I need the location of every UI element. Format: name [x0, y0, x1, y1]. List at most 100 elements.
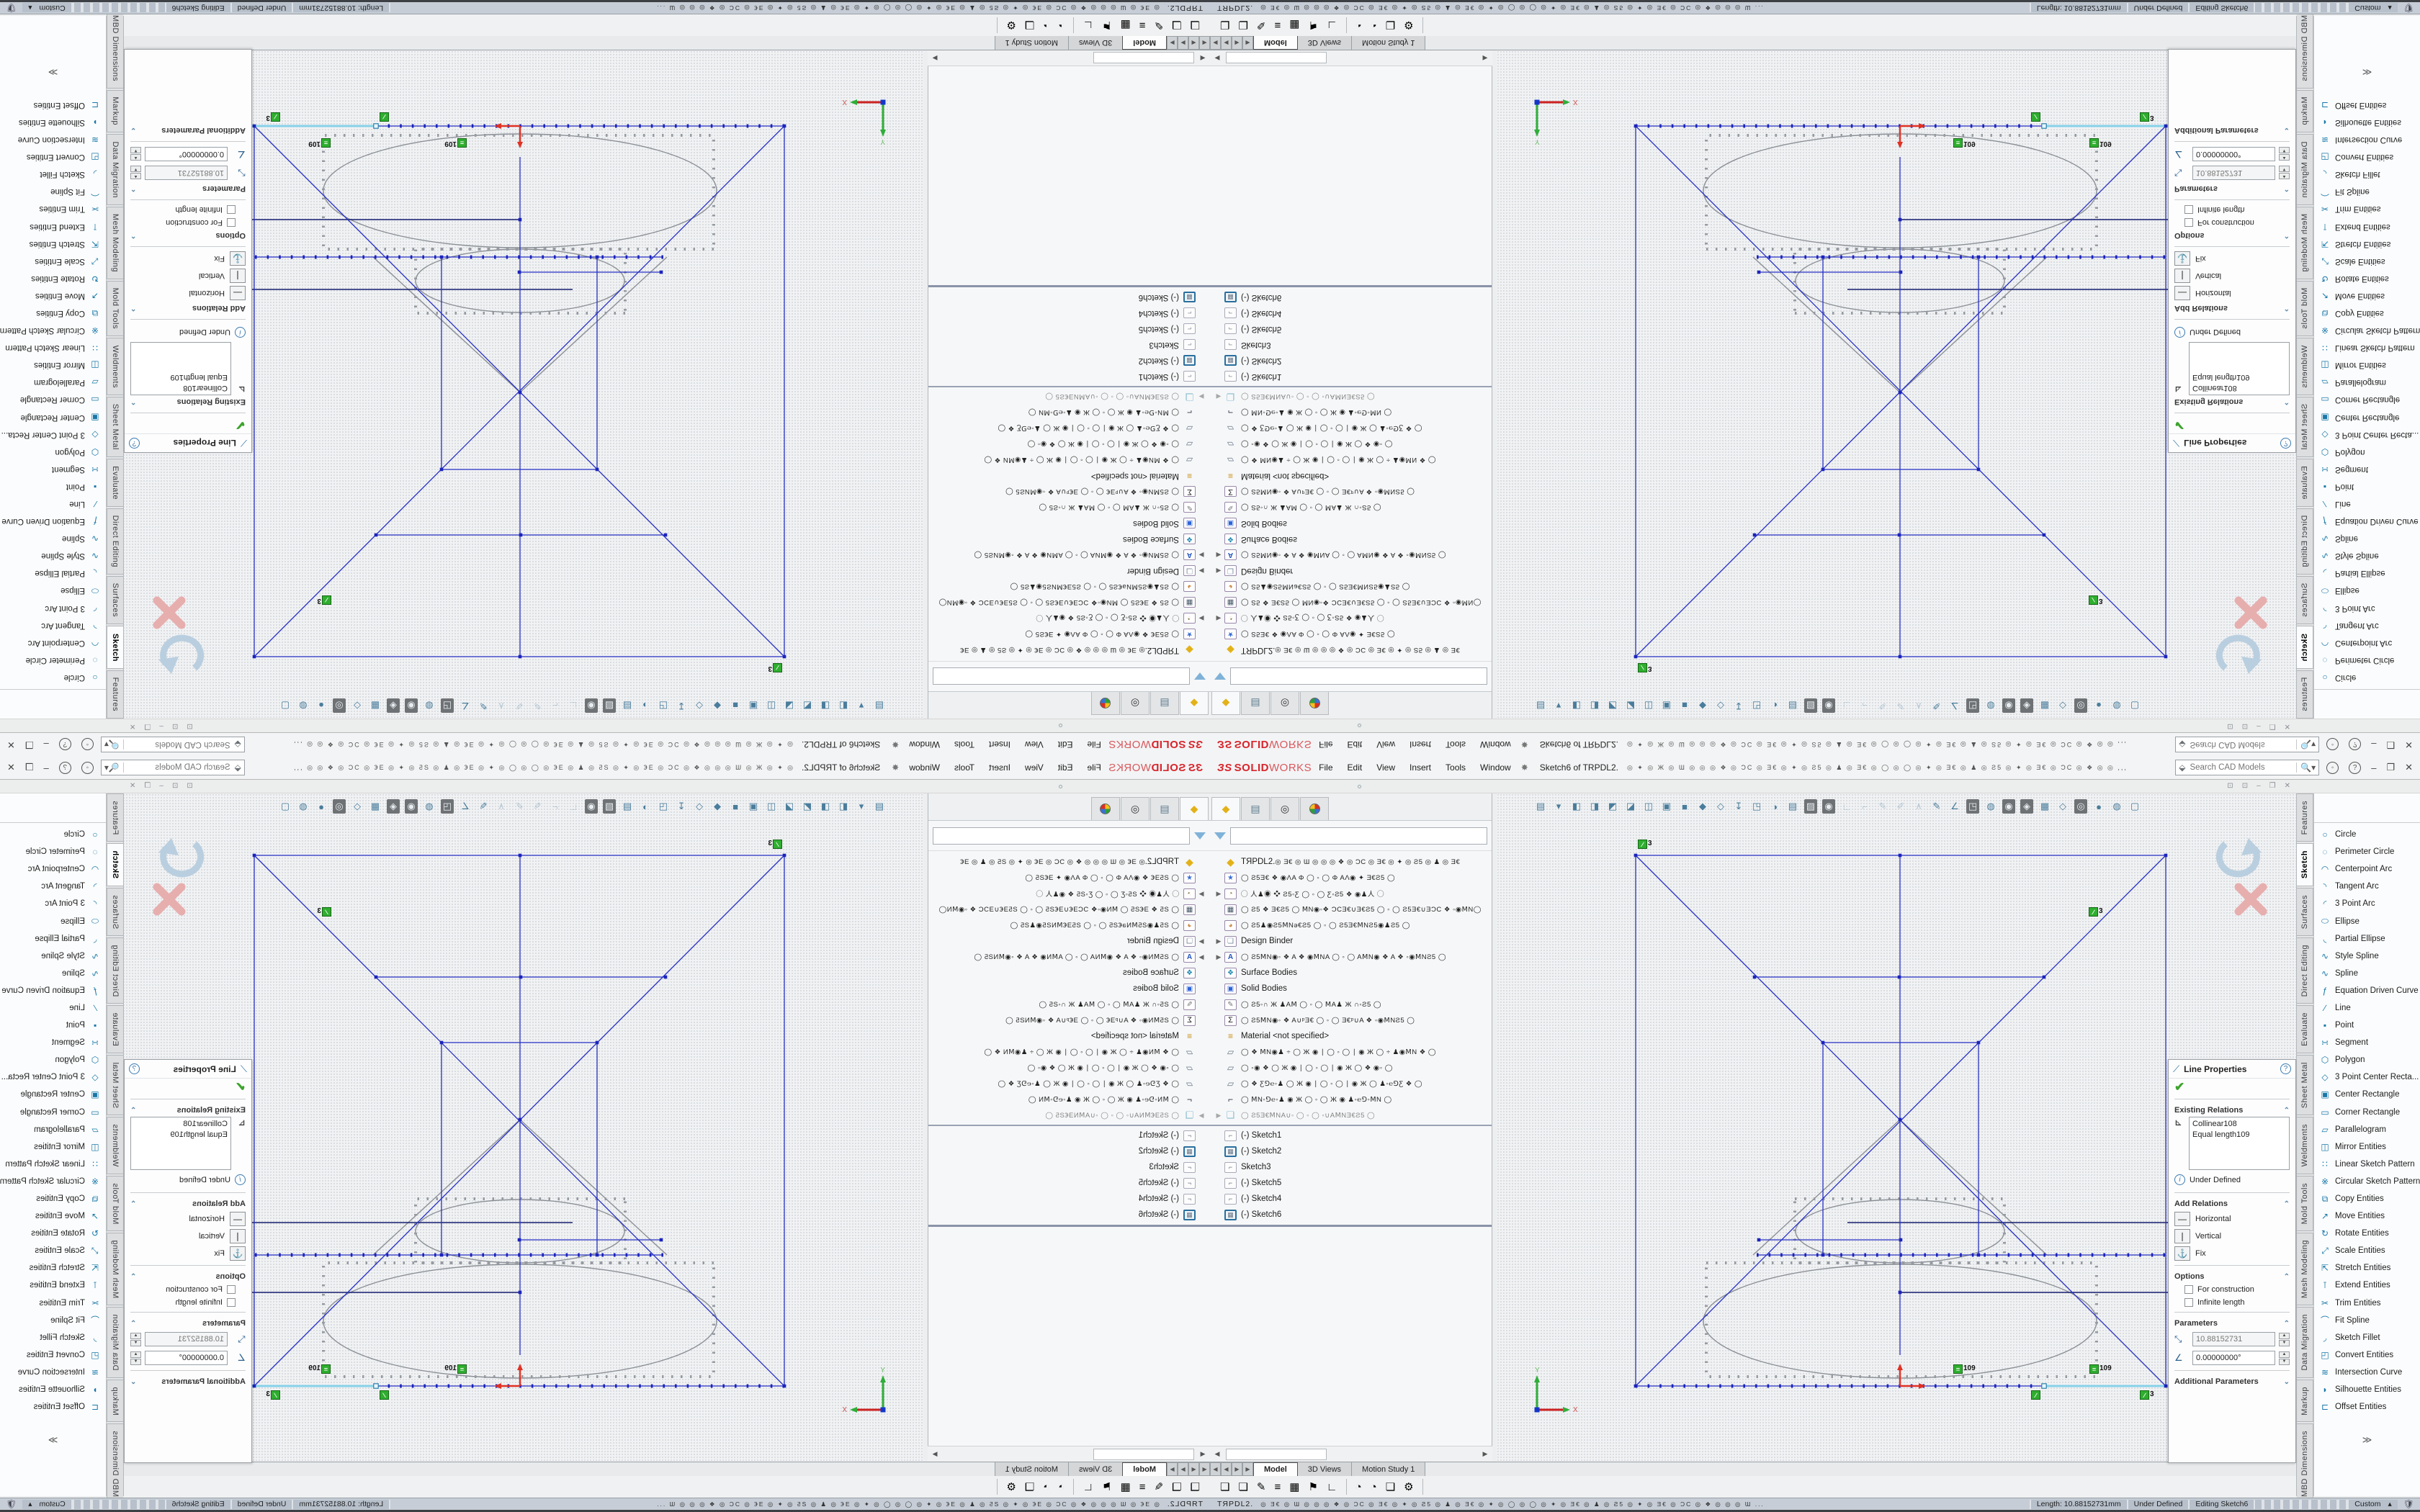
scrollbar-thumb[interactable] [1093, 1449, 1194, 1460]
configurationmanager-tab[interactable]: ◎ [1270, 797, 1299, 820]
relation-badge[interactable]: =109 [1953, 138, 1976, 148]
tree-item[interactable]: ▶ ❏ ◯ Ƨ5Ǝ€ⅯΝΑ∪◦ ◯ ◦ ◯ ◦∪ΑⅯΝƎ€Ƨ5 ◯ [1210, 1107, 1492, 1123]
more-tools-chevron-icon[interactable]: ≫ [2314, 66, 2420, 78]
tree-item[interactable]: ≡ Material <not specified> [1210, 1028, 1492, 1044]
document-tab[interactable]: 3D Views [1298, 36, 1352, 50]
bottom-toolbar-icon[interactable]: ❏ [1191, 19, 1200, 32]
relation-badge[interactable]: ∕3 [768, 663, 782, 672]
commandmanager-tab[interactable]: Surfaces [107, 888, 123, 936]
relation-badge[interactable]: ∕3 [2140, 112, 2154, 122]
sketch-tool-item[interactable]: ⧉ Copy Entities [2314, 305, 2420, 322]
scrollbar-thumb[interactable] [1093, 53, 1194, 64]
commandmanager-tab[interactable]: Mold Tools [107, 281, 123, 336]
tree-item[interactable]: ⌐ Sketch3 [1210, 1159, 1492, 1175]
commandmanager-tab[interactable]: Mold Tools [2297, 1176, 2313, 1231]
sketch-tool-item[interactable]: ⇱ Stretch Entities [0, 1259, 106, 1277]
tree-item[interactable]: ⌐ ◯ ⅯΝ◦⅁℮◦♟ ◉ Ж ◯ ◦ ◯ Ж ◉ ♟◦℮⅁◦ⅯΝ ◯ [1210, 1092, 1492, 1107]
expand-arrow[interactable]: ▶ [1213, 890, 1224, 898]
more-tools-chevron-icon[interactable]: ≫ [0, 1434, 106, 1446]
search-box[interactable]: ⬙ 🔍▾ [101, 760, 245, 775]
sketch-tool-item[interactable]: ◜ 3 Point Arc [2314, 895, 2420, 912]
relation-badge[interactable]: ∕3 [317, 907, 331, 917]
tab-nav-icon[interactable]: ▶ [1167, 1462, 1178, 1476]
sketch-tool-item[interactable]: ◫ Mirror Entities [0, 356, 106, 374]
sketch-tool-item[interactable]: ◰ Convert Entities [2314, 148, 2420, 166]
menu-item[interactable]: Window [909, 762, 940, 773]
tree-item[interactable]: ▱ ◯ ❖ Ƹ⅁℮◦♟ ◯ Ж ◉ ∣ ◯ ◦ ◯ ∣ ◉ Ж ◯ ♟◦℮⅁Ƹ … [1210, 1076, 1492, 1092]
tree-item[interactable]: ★ ◯ Ƨ5Ǝ€ ❖ ◉ΛΑ Φ ◯ ◦ ◯ Φ ΑΛ◉ ✦ Ǝ€Ƨ5 ◯ [928, 870, 1210, 886]
sketch-tool-item[interactable]: ∺ Segment [2314, 461, 2420, 478]
relation-badge[interactable]: ∕3 [317, 595, 331, 605]
commandmanager-tab[interactable]: MBD Dimensions [107, 8, 123, 89]
scroll-left-icon[interactable]: ◀ [1196, 54, 1210, 62]
sketch-tool-item[interactable]: ◝ Tangent Arc [2314, 878, 2420, 895]
tree-item[interactable]: ▶ ❏ ◯ Ƨ5Ǝ€ⅯΝΑ∪◦ ◯ ◦ ◯ ◦∪ΑⅯΝƎ€Ƨ5 ◯ [928, 389, 1210, 405]
horizontal-icon[interactable]: — [2174, 1212, 2190, 1226]
commandmanager-tab[interactable]: Evaluate [107, 1005, 123, 1053]
sketch-tool-item[interactable]: ◞ Sketch Fillet [0, 166, 106, 183]
help-icon[interactable]: ? [2349, 762, 2361, 774]
scroll-left-icon[interactable]: ◀ [1210, 54, 1224, 62]
relation-badge[interactable]: ∕ [2031, 1390, 2041, 1400]
tree-item[interactable]: Σ ◯ Ƨ5ⅯΝ◉◦ ❖ Α∪ᵖƎ€ ◯ ◦ ◯ Ǝ€ᵖ∪Α ❖ ◦◉ⅯΝƧ5 … [1210, 1012, 1492, 1028]
sketch-tool-item[interactable]: ⌒ Fit Spline [2314, 1312, 2420, 1329]
restore-button[interactable]: ❐ [25, 739, 34, 750]
tree-item[interactable]: ⌐ (-) Sketch4 [928, 1191, 1210, 1207]
tree-item[interactable]: ▶ A ◯ Ƨ5ⅯΝ◉◦ ❖ Α ❖ ◉ⅯΝΑ ◯ ◦ ◯ ΑⅯΝ◉ ❖ Α ❖… [1210, 547, 1492, 563]
relation-badge[interactable]: =109 [2089, 138, 2112, 148]
commandmanager-tab[interactable]: Sheet Metal [107, 1055, 123, 1115]
relation-button-row[interactable]: — Horizontal [125, 1210, 251, 1228]
featuremanager-tab[interactable]: ◆ [1180, 797, 1209, 820]
relation-badge[interactable]: ∕ [379, 1390, 389, 1400]
more-tools-chevron-icon[interactable]: ≫ [0, 66, 106, 78]
sketch-tool-item[interactable]: ƒ Equation Driven Curve [2314, 982, 2420, 999]
tree-item[interactable]: ❖ Surface Bodies [1210, 531, 1492, 547]
relation-badge[interactable]: =109 [444, 138, 467, 148]
document-tab[interactable]: Model [1122, 36, 1167, 50]
commandmanager-tab[interactable]: Features [2297, 793, 2313, 842]
panel-help-icon[interactable]: ? [129, 438, 140, 449]
sketch-tool-item[interactable]: ∿ Spline [2314, 965, 2420, 982]
rollback-bar[interactable] [928, 386, 1210, 387]
tree-item[interactable]: ★ ◯ Ƨ5Ǝ€ ❖ ◉ΛΑ Φ ◯ ◦ ◯ Φ ΑΛ◉ ✦ Ǝ€Ƨ5 ◯ [928, 626, 1210, 642]
menu-item[interactable]: Edit [1058, 739, 1073, 750]
sketch-tool-item[interactable]: ↻ Rotate Entities [0, 1225, 106, 1242]
commandmanager-tab[interactable]: Sheet Metal [2297, 1055, 2313, 1115]
commandmanager-tab[interactable]: Direct Editing [107, 508, 123, 575]
tab-nav-icon[interactable]: ◀ [1199, 36, 1210, 50]
sketch-tool-item[interactable]: ◌ Perimeter Circle [0, 843, 106, 860]
angle-parameter-input[interactable] [145, 1351, 228, 1365]
tab-nav-icon[interactable]: ◀ [1221, 1462, 1232, 1476]
login-icon[interactable]: ◦ [81, 739, 94, 751]
tab-nav-icon[interactable]: ▶ [1242, 36, 1253, 50]
sketch-tool-item[interactable]: ⤢ Scale Entities [2314, 253, 2420, 270]
document-tab[interactable]: Motion Study 1 [995, 36, 1068, 50]
tree-item[interactable]: ⌐ (-) Sketch1 [928, 1128, 1210, 1143]
status-units-selector[interactable]: Custom▴ [22, 4, 72, 13]
propertymanager-tab[interactable]: ▤ [1150, 797, 1179, 820]
tree-item[interactable]: ◕ ◯ Ƨ5♟◉Ƨ5ⅯΝǝ€Ƨ5 ◯ ◦ ◯ Ƨ5Ǝ€ⅯΝƧ5◉♟Ƨ5 ◯ [928, 917, 1210, 933]
sketch-tool-item[interactable]: ▱ Parallelogram [2314, 374, 2420, 391]
checkbox[interactable] [227, 205, 236, 214]
sketch-tool-item[interactable]: ◫ Mirror Entities [2314, 356, 2420, 374]
pushpin-icon[interactable]: ✸ [1521, 762, 1528, 773]
length-spinner[interactable]: ▲▼ [130, 1333, 141, 1346]
sketch-tool-item[interactable]: ⊺ Extend Entities [0, 1277, 106, 1294]
commandmanager-tab[interactable]: Markup [2297, 90, 2313, 133]
relation-entry[interactable]: Equal length109 [134, 1130, 228, 1140]
sketch-tool-item[interactable]: ⬡ Polygon [2314, 1051, 2420, 1068]
panel-help-icon[interactable]: ? [2280, 438, 2291, 449]
sketch-tool-item[interactable]: ∺ Segment [2314, 1034, 2420, 1051]
menu-item[interactable]: Tools [1446, 739, 1466, 750]
menu-item[interactable]: Tools [954, 739, 974, 750]
ok-checkmark-icon[interactable]: ✔ [2169, 416, 2295, 433]
sketch-tool-item[interactable]: ▭ Corner Rectangle [2314, 391, 2420, 408]
menu-item[interactable]: Edit [1348, 739, 1363, 750]
bottom-toolbar-icon[interactable]: ⚑ [1308, 1480, 1317, 1493]
tab-nav-icon[interactable]: ▶ [1167, 36, 1178, 50]
close-button[interactable]: ✕ [2405, 762, 2413, 773]
relation-button-row[interactable]: — Horizontal [2169, 1210, 2295, 1228]
tab-nav-icon[interactable]: ◀ [1221, 36, 1232, 50]
tree-item[interactable]: ▶ A ◯ Ƨ5ⅯΝ◉◦ ❖ Α ❖ ◉ⅯΝΑ ◯ ◦ ◯ ΑⅯΝ◉ ❖ Α ❖… [928, 547, 1210, 563]
relation-badge[interactable]: ∕3 [2140, 1390, 2154, 1400]
